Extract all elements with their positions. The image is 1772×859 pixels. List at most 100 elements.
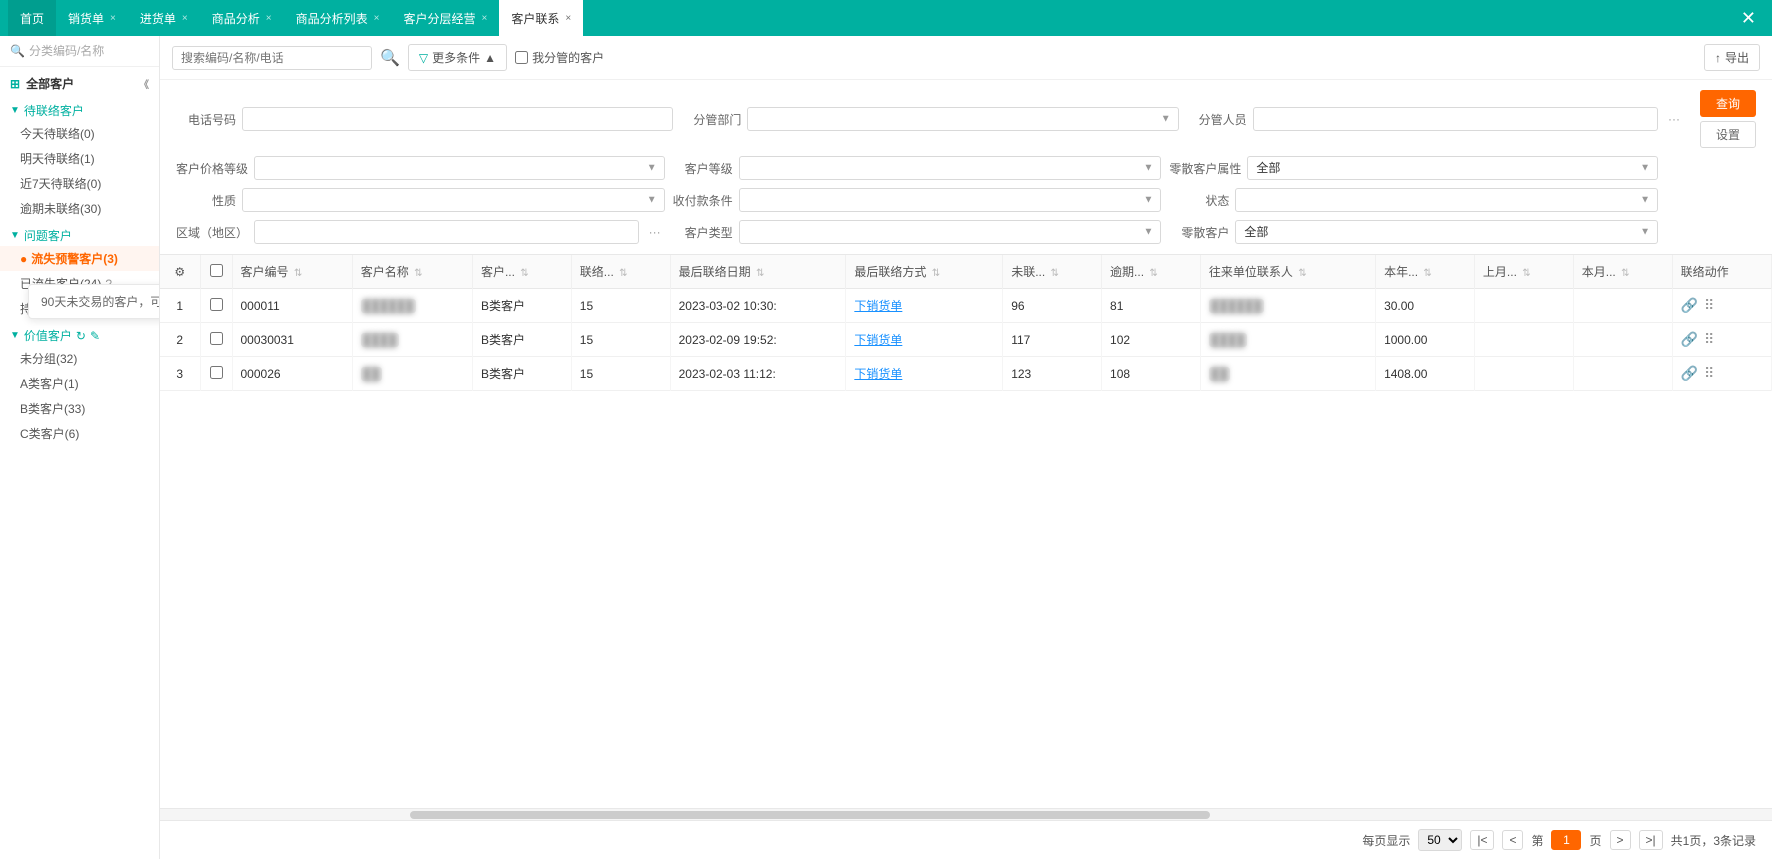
status-select[interactable] xyxy=(1235,188,1658,212)
my-customers-checkbox[interactable] xyxy=(515,51,528,64)
window-close-btn[interactable]: ✕ xyxy=(1733,8,1764,29)
row1-link-icon[interactable]: 🔗 xyxy=(1681,297,1698,314)
sidebar-item-tomorrow[interactable]: 明天待联络(1) xyxy=(0,146,159,171)
col-code[interactable]: 客户编号 ⇅ xyxy=(232,255,352,289)
close-analysis-tab[interactable]: × xyxy=(266,13,272,24)
chevron-up-icon: ▲ xyxy=(484,51,496,65)
gender-select[interactable] xyxy=(242,188,665,212)
close-customer-contact-tab[interactable]: × xyxy=(565,13,571,24)
row2-link-icon[interactable]: 🔗 xyxy=(1681,331,1698,348)
group-value-customer[interactable]: ▼ 价值客户 ↻ ✎ xyxy=(0,321,159,346)
edit-icon[interactable]: ✎ xyxy=(90,329,100,343)
settings-icon[interactable]: ⚙ xyxy=(174,265,185,279)
settings-btn[interactable]: 设置 xyxy=(1700,121,1756,148)
horizontal-scrollbar[interactable] xyxy=(160,808,1772,820)
all-customers-header[interactable]: ⊞ 全部客户 《 xyxy=(0,67,159,96)
col-liaison[interactable]: 往来单位联系人 ⇅ xyxy=(1200,255,1375,289)
zero-customer-select[interactable]: 全部 xyxy=(1235,220,1658,244)
nav-customer-layer[interactable]: 客户分层经营 × xyxy=(391,0,499,36)
filter-price-grade: 客户价格等级 ▼ xyxy=(176,156,665,180)
filter-row-2: 客户价格等级 ▼ 客户等级 ▼ 零散客户属性 xyxy=(176,156,1756,180)
filter-icon: ▽ xyxy=(419,51,428,65)
col-this-year[interactable]: 本年... ⇅ xyxy=(1376,255,1475,289)
sidebar-item-today[interactable]: 今天待联络(0) xyxy=(0,121,159,146)
person-ellipsis[interactable]: ··· xyxy=(1664,112,1684,126)
row1-code: 000011 xyxy=(232,289,352,323)
sidebar-search-input[interactable] xyxy=(29,44,160,58)
sort-icon-last-date: ⇅ xyxy=(756,268,764,279)
col-type[interactable]: 客户... ⇅ xyxy=(472,255,571,289)
sidebar-item-7days[interactable]: 近7天待联络(0) xyxy=(0,171,159,196)
row2-more-icon[interactable]: ⠿ xyxy=(1704,331,1714,348)
col-contact-num[interactable]: 联络... ⇅ xyxy=(571,255,670,289)
my-customers-checkbox-label[interactable]: 我分管的客户 xyxy=(515,49,604,66)
row1-unlink: 96 xyxy=(1003,289,1102,323)
row3-link-icon[interactable]: 🔗 xyxy=(1681,365,1698,382)
sidebar-item-c-class[interactable]: C类客户(6) xyxy=(0,421,159,446)
refresh-icon[interactable]: ↻ xyxy=(76,329,86,343)
sidebar-item-churn-warning[interactable]: ● 流失预警客户(3) xyxy=(0,246,159,271)
search-icon[interactable]: 🔍 xyxy=(380,48,400,68)
phone-input[interactable] xyxy=(242,107,673,131)
col-unlink[interactable]: 未联... ⇅ xyxy=(1003,255,1102,289)
close-analysis-list-tab[interactable]: × xyxy=(374,13,380,24)
row2-code: 00030031 xyxy=(232,323,352,357)
customer-grade-select[interactable] xyxy=(739,156,1162,180)
payment-select[interactable] xyxy=(739,188,1162,212)
page-next-btn[interactable]: > xyxy=(1610,830,1631,850)
export-btn[interactable]: ↑ 导出 xyxy=(1704,44,1760,71)
sidebar-item-ungroup[interactable]: 未分组(32) xyxy=(0,346,159,371)
row1-last-method[interactable]: 下销货单 xyxy=(846,289,1003,323)
nav-sales[interactable]: 销货单 × xyxy=(56,0,128,36)
group-waiting-contact[interactable]: ▼ 待联络客户 xyxy=(0,96,159,121)
search-input[interactable] xyxy=(172,46,372,70)
row1-more-icon[interactable]: ⠿ xyxy=(1704,297,1714,314)
sidebar-item-overdue[interactable]: 逾期未联络(30) xyxy=(0,196,159,221)
query-btn[interactable]: 查询 xyxy=(1700,90,1756,117)
page-input[interactable] xyxy=(1551,830,1581,850)
row2-checkbox[interactable] xyxy=(200,323,232,357)
col-checkbox[interactable] xyxy=(200,255,232,289)
per-page-select[interactable]: 50 xyxy=(1418,829,1462,851)
dept-select[interactable] xyxy=(747,107,1178,131)
col-overdue[interactable]: 逾期... ⇅ xyxy=(1102,255,1201,289)
row1-checkbox[interactable] xyxy=(200,289,232,323)
more-conditions-btn[interactable]: ▽ 更多条件 ▲ xyxy=(408,44,507,71)
page-first-btn[interactable]: |< xyxy=(1470,830,1494,850)
price-grade-select[interactable] xyxy=(254,156,665,180)
close-purchase-tab[interactable]: × xyxy=(182,13,188,24)
page-last-btn[interactable]: >| xyxy=(1639,830,1663,850)
sidebar-item-a-class[interactable]: A类客户(1) xyxy=(0,371,159,396)
person-input[interactable] xyxy=(1253,107,1658,131)
nav-customer-contact[interactable]: 客户联系 × xyxy=(499,0,583,36)
row1-select[interactable] xyxy=(210,298,223,311)
sidebar-item-b-class[interactable]: B类客户(33) xyxy=(0,396,159,421)
col-last-method[interactable]: 最后联络方式 ⇅ xyxy=(846,255,1003,289)
row2-select[interactable] xyxy=(210,332,223,345)
row3-contact: 15 xyxy=(571,357,670,391)
row1-name: ██████ xyxy=(352,289,472,323)
row3-more-icon[interactable]: ⠿ xyxy=(1704,365,1714,382)
zero-attr-select[interactable]: 全部 xyxy=(1247,156,1658,180)
region-ellipsis[interactable]: ··· xyxy=(645,225,665,239)
select-all-checkbox[interactable] xyxy=(210,264,223,277)
nav-purchase[interactable]: 进货单 × xyxy=(128,0,200,36)
row3-last-method[interactable]: 下销货单 xyxy=(846,357,1003,391)
scroll-thumb[interactable] xyxy=(410,811,1210,819)
col-last-month[interactable]: 上月... ⇅ xyxy=(1474,255,1573,289)
col-name[interactable]: 客户名称 ⇅ xyxy=(352,255,472,289)
col-last-date[interactable]: 最后联络日期 ⇅ xyxy=(670,255,846,289)
close-customer-layer-tab[interactable]: × xyxy=(481,13,487,24)
col-this-month[interactable]: 本月... ⇅ xyxy=(1573,255,1672,289)
nav-home[interactable]: 首页 xyxy=(8,0,56,36)
row3-checkbox[interactable] xyxy=(200,357,232,391)
close-sales-tab[interactable]: × xyxy=(110,13,116,24)
customer-type-select[interactable] xyxy=(739,220,1162,244)
nav-analysis-list[interactable]: 商品分析列表 × xyxy=(284,0,392,36)
row2-last-method[interactable]: 下销货单 xyxy=(846,323,1003,357)
group-problem-customer[interactable]: ▼ 问题客户 xyxy=(0,221,159,246)
row3-select[interactable] xyxy=(210,366,223,379)
nav-analysis[interactable]: 商品分析 × xyxy=(200,0,284,36)
page-prev-btn[interactable]: < xyxy=(1502,830,1523,850)
region-input[interactable] xyxy=(254,220,639,244)
